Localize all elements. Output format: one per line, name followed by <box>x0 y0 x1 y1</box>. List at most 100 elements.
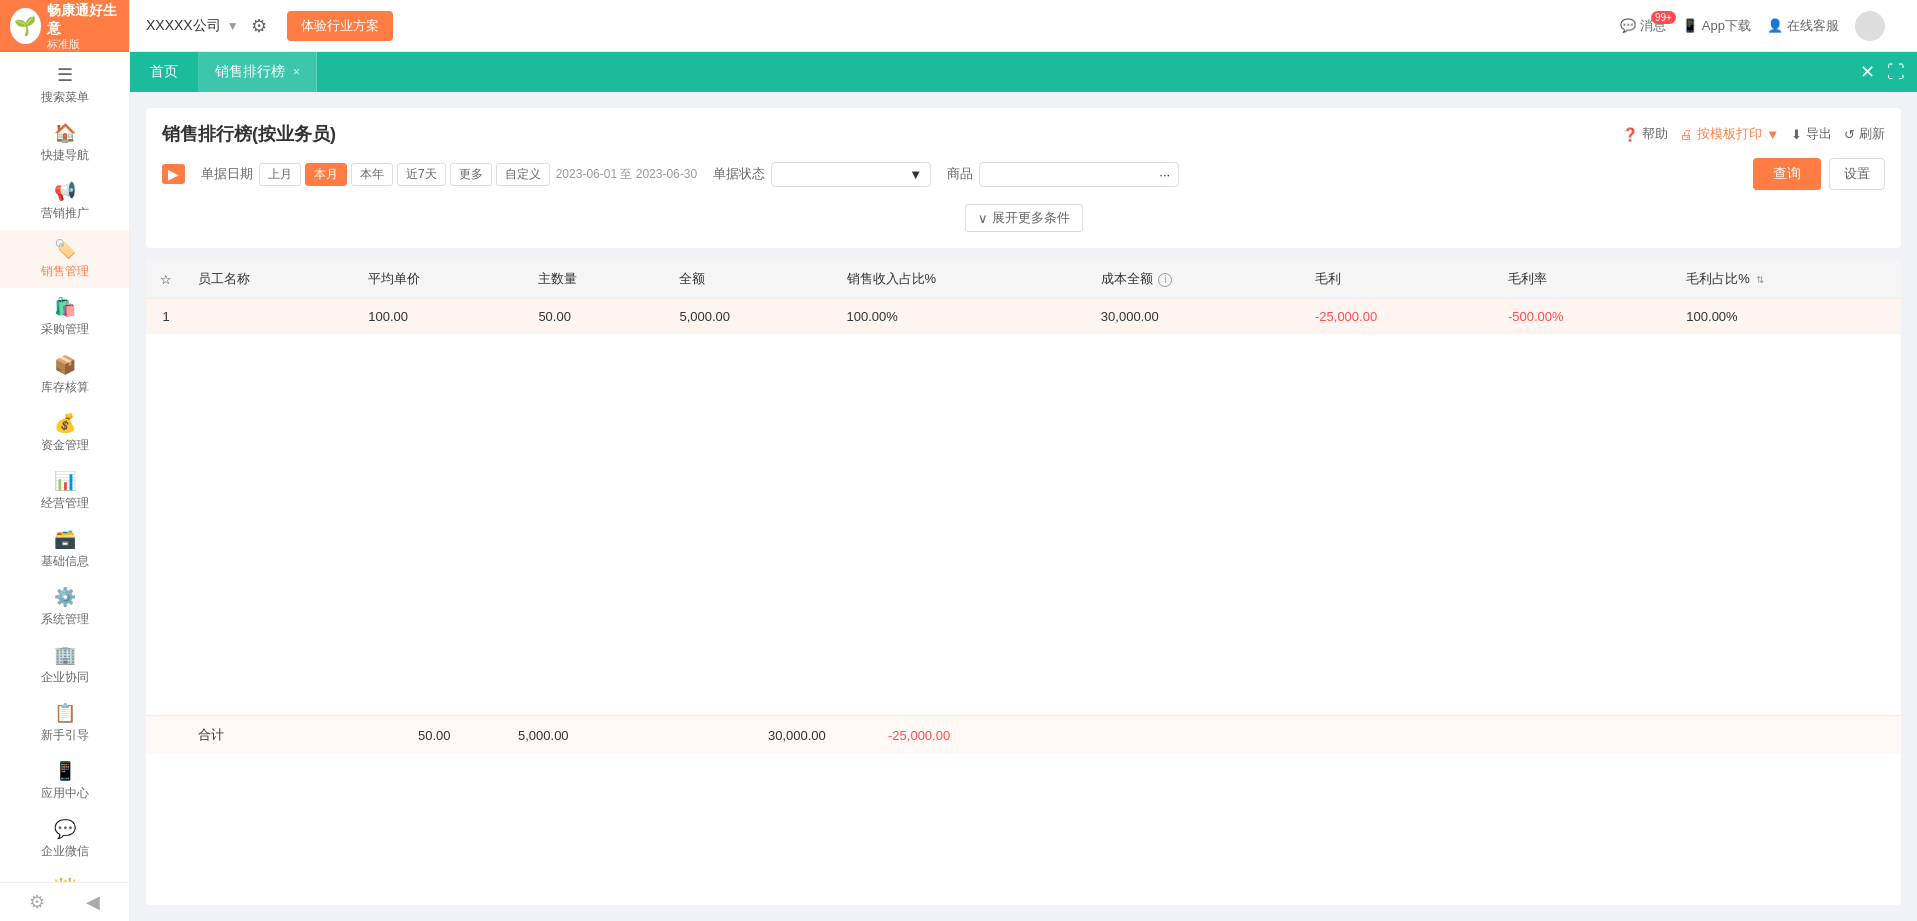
goods-input[interactable]: ··· <box>979 162 1179 187</box>
date-btn-7days[interactable]: 近7天 <box>397 163 446 186</box>
filter-toggle-icon[interactable]: ▶ <box>162 164 185 184</box>
sidebar-item-enterprise[interactable]: 🏢企业协同 <box>0 636 129 694</box>
app-icon: 📱 <box>1682 18 1698 33</box>
goods-input-dots: ··· <box>1159 167 1170 182</box>
settings-bottom-icon[interactable]: ⚙ <box>29 891 45 913</box>
sidebar-label-inventory: 库存核算 <box>41 379 89 396</box>
date-filter-group: 单据日期 上月 本月 本年 近7天 更多 自定义 2023-06-01 至 20… <box>201 163 697 186</box>
sidebar-label-apps: 应用中心 <box>41 785 89 802</box>
sidebar-item-wechat[interactable]: 💬企业微信 <box>0 810 129 868</box>
sidebar-item-system[interactable]: ⚙️ 系统管理 <box>0 578 129 636</box>
cell-cost: 30,000.00 <box>1089 299 1303 335</box>
date-btn-this-year[interactable]: 本年 <box>351 163 393 186</box>
print-icon: 🖨 <box>1680 127 1693 142</box>
goods-filter-group: 商品 ··· <box>947 162 1179 187</box>
company-arrow-icon: ▼ <box>227 19 239 33</box>
date-range-text: 2023-06-01 至 2023-06-30 <box>556 166 697 183</box>
company-name: XXXXX公司 <box>146 17 221 35</box>
export-button[interactable]: ⬇ 导出 <box>1791 125 1832 143</box>
th-gross-rate: 毛利率 <box>1496 260 1674 299</box>
sidebar-logo: 🌱 畅康通好生意 标准版 <box>0 0 129 52</box>
sidebar-item-marketing[interactable]: 📢营销推广 <box>0 172 129 230</box>
sidebar-item-sales[interactable]: 🏷️销售管理 <box>0 230 129 288</box>
sidebar-item-apps[interactable]: 📱 应用中心 <box>0 752 129 810</box>
date-btn-more[interactable]: 更多 <box>450 163 492 186</box>
expand-icon: ∨ <box>978 211 988 226</box>
cell-gross_pct: 100.00% <box>1674 299 1901 335</box>
footer-cost: 30,000.00 <box>768 728 888 743</box>
tab-home[interactable]: 首页 <box>130 52 199 92</box>
table-empty-area <box>146 335 1901 715</box>
th-gross-pct: 毛利占比% ⇅ <box>1674 260 1901 299</box>
tab-sales-ranking[interactable]: 销售排行榜 × <box>199 52 317 92</box>
table-footer: 合计 50.00 5,000.00 30,000.00 -25,000.00 <box>146 715 1901 754</box>
export-icon: ⬇ <box>1791 127 1802 142</box>
sidebar-icon-finance: 💰 <box>54 412 76 434</box>
message-badge: 99+ <box>1651 11 1676 24</box>
sidebar-item-purchase[interactable]: 🛍️采购管理 <box>0 288 129 346</box>
refresh-icon: ↺ <box>1844 127 1855 142</box>
print-button[interactable]: 🖨 按模板打印 ▼ <box>1680 125 1779 143</box>
expand-row: ∨ 展开更多条件 <box>162 198 1885 238</box>
expand-button[interactable]: ∨ 展开更多条件 <box>965 204 1083 232</box>
help-button[interactable]: ❓ 帮助 <box>1622 125 1668 143</box>
sidebar-label-system: 系统管理 <box>41 611 89 628</box>
sidebar-icon-operation: 📊 <box>54 470 76 492</box>
settings-icon[interactable]: ⚙ <box>251 15 267 37</box>
cell-amount: 5,000.00 <box>667 299 834 335</box>
filter-row: ▶ 单据日期 上月 本月 本年 近7天 更多 自定义 2023-06-01 至 … <box>162 158 1885 198</box>
page-actions: ❓ 帮助 🖨 按模板打印 ▼ ⬇ 导出 ↺ 刷新 <box>1622 125 1885 143</box>
th-rank: ☆ <box>146 260 186 299</box>
sidebar-label-finance: 资金管理 <box>41 437 89 454</box>
sidebar-label-sales: 销售管理 <box>41 263 89 280</box>
window-close-icon[interactable]: ✕ <box>1860 61 1875 83</box>
company-selector[interactable]: XXXXX公司 ▼ <box>146 17 239 35</box>
th-gross: 毛利 <box>1303 260 1496 299</box>
sidebar-item-search-order[interactable]: ☰搜索菜单 <box>0 56 129 114</box>
cell-sales_pct: 100.00% <box>835 299 1089 335</box>
sidebar-label-wechat: 企业微信 <box>41 843 89 860</box>
sidebar-item-operation[interactable]: 📊经营管理 <box>0 462 129 520</box>
window-expand-icon[interactable]: ⛶ <box>1887 62 1905 83</box>
tab-close-icon[interactable]: × <box>293 65 300 79</box>
cell-gross_rate: -500.00% <box>1496 299 1674 335</box>
page-title-row: 销售排行榜(按业务员) ❓ 帮助 🖨 按模板打印 ▼ ⬇ 导出 <box>162 122 1885 146</box>
logo-icon: 🌱 <box>10 8 41 44</box>
cost-info-icon[interactable]: i <box>1158 273 1172 287</box>
avatar[interactable] <box>1855 11 1885 41</box>
goods-filter-label: 商品 <box>947 165 973 183</box>
logo-main: 畅康通好生意 <box>47 1 119 37</box>
service-button[interactable]: 👤 在线客服 <box>1767 17 1839 35</box>
date-btn-last-month[interactable]: 上月 <box>259 163 301 186</box>
date-btn-this-month[interactable]: 本月 <box>305 163 347 186</box>
sidebar-item-finance[interactable]: 💰 资金管理 <box>0 404 129 462</box>
sidebar-icon-guide: 📋 <box>54 702 76 724</box>
sidebar-icon-system: ⚙️ <box>54 586 76 608</box>
refresh-label: 刷新 <box>1859 125 1885 143</box>
sidebar-item-basic-info[interactable]: 🗃️基础信息 <box>0 520 129 578</box>
table-container: ☆ 员工名称 平均单价 主数量 全额 销售收入占比% 成本全额 i 毛利 毛利率… <box>146 260 1901 335</box>
refresh-button[interactable]: ↺ 刷新 <box>1844 125 1885 143</box>
sidebar-icon-enterprise: 🏢 <box>54 644 76 666</box>
query-button[interactable]: 查询 <box>1753 158 1821 190</box>
footer-label: 合计 <box>198 726 318 744</box>
tabbar: 首页 销售排行榜 × ✕ ⛶ <box>130 52 1917 92</box>
th-sales-pct: 销售收入占比% <box>835 260 1089 299</box>
footer-amount: 5,000.00 <box>518 728 638 743</box>
footer-gross: -25,000.00 <box>888 728 1008 743</box>
status-select[interactable]: ▼ <box>771 162 931 187</box>
sidebar-item-inventory[interactable]: 📦库存核算 <box>0 346 129 404</box>
collapse-icon[interactable]: ◀ <box>86 891 100 913</box>
trial-button[interactable]: 体验行业方案 <box>287 11 393 41</box>
message-button[interactable]: 💬 消息 99+ <box>1620 17 1666 35</box>
date-buttons: 上月 本月 本年 近7天 更多 自定义 <box>259 163 550 186</box>
app-download-button[interactable]: 📱 App下载 <box>1682 17 1751 35</box>
sidebar-item-member[interactable]: 👑畅会员 <box>0 868 129 882</box>
print-label: 按模板打印 <box>1697 125 1762 143</box>
sidebar-item-quick-nav[interactable]: 🏠快捷导航 <box>0 114 129 172</box>
settings-button[interactable]: 设置 <box>1829 158 1885 190</box>
sidebar-icon-apps: 📱 <box>54 760 76 782</box>
date-btn-custom[interactable]: 自定义 <box>496 163 550 186</box>
table-row: 1100.0050.005,000.00100.00%30,000.00-25,… <box>146 299 1901 335</box>
sidebar-item-guide[interactable]: 📋新手引导 <box>0 694 129 752</box>
